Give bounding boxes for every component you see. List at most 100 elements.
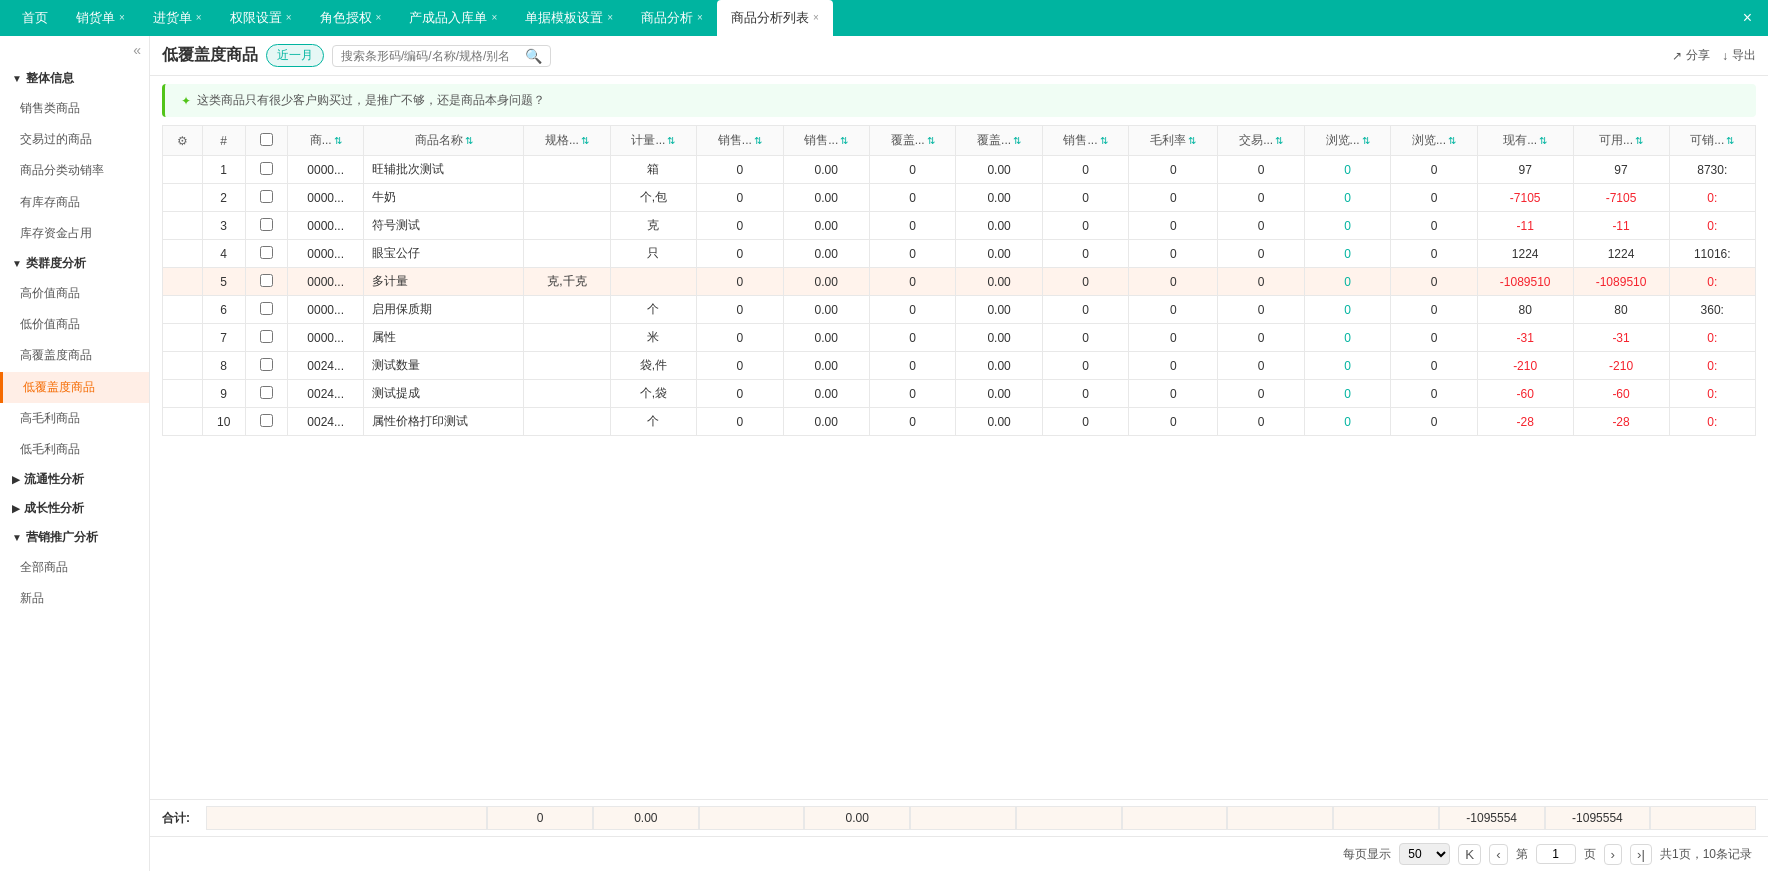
sidebar-item-in-stock[interactable]: 有库存商品 xyxy=(0,187,149,218)
nav-product-analysis-list[interactable]: 商品分析列表 × xyxy=(717,0,833,36)
sidebar-section-liquidity[interactable]: ▶ 流通性分析 xyxy=(0,465,149,494)
col-cover2[interactable]: 覆盖...⇅ xyxy=(956,126,1042,156)
col-unit[interactable]: 计量...⇅ xyxy=(610,126,696,156)
page-number-input[interactable] xyxy=(1536,844,1576,864)
first-page-button[interactable]: K xyxy=(1458,844,1481,865)
nav-template-settings[interactable]: 单据模板设置 × xyxy=(511,0,627,36)
sidebar-item-low-margin[interactable]: 低毛利商品 xyxy=(0,434,149,465)
row-checkbox[interactable] xyxy=(245,296,287,324)
row-sales3: 0 xyxy=(1042,408,1128,436)
row-checkbox[interactable] xyxy=(245,268,287,296)
window-close-button[interactable]: × xyxy=(1735,9,1760,27)
row-browse2: 0 xyxy=(1391,240,1477,268)
sidebar-item-high-value[interactable]: 高价值商品 xyxy=(0,278,149,309)
row-browse1[interactable]: 0 xyxy=(1304,380,1390,408)
sidebar-collapse-button[interactable]: « xyxy=(0,36,149,64)
row-browse1[interactable]: 0 xyxy=(1304,268,1390,296)
row-spec xyxy=(524,408,610,436)
row-browse1[interactable]: 0 xyxy=(1304,156,1390,184)
search-input[interactable] xyxy=(341,49,521,63)
row-checkbox[interactable] xyxy=(245,184,287,212)
sidebar-section-growth[interactable]: ▶ 成长性分析 xyxy=(0,494,149,523)
row-cover1: 0 xyxy=(869,324,955,352)
col-sales2[interactable]: 销售...⇅ xyxy=(783,126,869,156)
col-browse2[interactable]: 浏览...⇅ xyxy=(1391,126,1477,156)
nav-permissions[interactable]: 权限设置 × xyxy=(216,0,306,36)
sidebar-item-low-value[interactable]: 低价值商品 xyxy=(0,309,149,340)
next-page-button[interactable]: › xyxy=(1604,844,1622,865)
sidebar-item-all-products[interactable]: 全部商品 xyxy=(0,552,149,583)
nav-home[interactable]: 首页 xyxy=(8,0,62,36)
col-code[interactable]: 商...⇅ xyxy=(288,126,364,156)
col-stock2[interactable]: 可用...⇅ xyxy=(1573,126,1669,156)
row-checkbox[interactable] xyxy=(245,352,287,380)
search-icon[interactable]: 🔍 xyxy=(525,48,542,64)
sidebar-item-stock-capital[interactable]: 库存资金占用 xyxy=(0,218,149,249)
row-checkbox[interactable] xyxy=(245,156,287,184)
prev-page-button[interactable]: ‹ xyxy=(1489,844,1507,865)
col-stock3[interactable]: 可销...⇅ xyxy=(1669,126,1756,156)
row-browse1[interactable]: 0 xyxy=(1304,240,1390,268)
select-all-checkbox[interactable] xyxy=(260,133,273,146)
row-gross: 0 xyxy=(1129,156,1218,184)
filter-period-button[interactable]: 近一月 xyxy=(266,44,324,67)
row-sales1: 0 xyxy=(697,296,783,324)
col-stock1[interactable]: 现有...⇅ xyxy=(1477,126,1573,156)
sidebar-item-sales-goods[interactable]: 销售类商品 xyxy=(0,93,149,124)
row-cover2: 0.00 xyxy=(956,324,1042,352)
nav-product-entry[interactable]: 产成品入库单 × xyxy=(395,0,511,36)
col-sales1[interactable]: 销售...⇅ xyxy=(697,126,783,156)
row-settings xyxy=(163,240,203,268)
row-gross: 0 xyxy=(1129,184,1218,212)
share-button[interactable]: ↗ 分享 xyxy=(1672,47,1710,64)
sidebar-item-high-coverage[interactable]: 高覆盖度商品 xyxy=(0,340,149,371)
row-name: 旺辅批次测试 xyxy=(364,156,524,184)
col-settings[interactable]: ⚙ xyxy=(163,126,203,156)
row-checkbox[interactable] xyxy=(245,212,287,240)
row-cover2: 0.00 xyxy=(956,380,1042,408)
sidebar-item-high-margin[interactable]: 高毛利商品 xyxy=(0,403,149,434)
row-sales1: 0 xyxy=(697,184,783,212)
row-unit: 只 xyxy=(610,240,696,268)
nav-sales-order[interactable]: 销货单 × xyxy=(62,0,139,36)
sidebar-section-marketing[interactable]: ▼ 营销推广分析 xyxy=(0,523,149,552)
row-browse2: 0 xyxy=(1391,324,1477,352)
footer-total-label: 合计: xyxy=(162,810,190,827)
row-checkbox[interactable] xyxy=(245,324,287,352)
row-checkbox[interactable] xyxy=(245,380,287,408)
page-size-select[interactable]: 50 100 200 xyxy=(1399,843,1450,865)
table-row: 2 0000... 牛奶 个,包 0 0.00 0 0.00 0 0 0 0 0… xyxy=(163,184,1756,212)
row-browse1[interactable]: 0 xyxy=(1304,324,1390,352)
row-browse1[interactable]: 0 xyxy=(1304,296,1390,324)
row-number: 10 xyxy=(202,408,245,436)
export-button[interactable]: ↓ 导出 xyxy=(1722,47,1756,64)
col-spec[interactable]: 规格...⇅ xyxy=(524,126,610,156)
sidebar-section-overall[interactable]: ▼ 整体信息 xyxy=(0,64,149,93)
last-page-button[interactable]: ›| xyxy=(1630,844,1652,865)
sidebar-item-traded-goods[interactable]: 交易过的商品 xyxy=(0,124,149,155)
col-gross[interactable]: 毛利率⇅ xyxy=(1129,126,1218,156)
row-browse1[interactable]: 0 xyxy=(1304,408,1390,436)
nav-product-analysis[interactable]: 商品分析 × xyxy=(627,0,717,36)
row-browse1[interactable]: 0 xyxy=(1304,212,1390,240)
col-trade[interactable]: 交易...⇅ xyxy=(1218,126,1304,156)
col-checkbox-header[interactable] xyxy=(245,126,287,156)
sidebar-section-cluster[interactable]: ▼ 类群度分析 xyxy=(0,249,149,278)
table-row: 6 0000... 启用保质期 个 0 0.00 0 0.00 0 0 0 0 … xyxy=(163,296,1756,324)
sidebar-item-category-turnover[interactable]: 商品分类动销率 xyxy=(0,155,149,186)
nav-role-auth[interactable]: 角色授权 × xyxy=(306,0,396,36)
row-checkbox[interactable] xyxy=(245,408,287,436)
row-cover2: 0.00 xyxy=(956,212,1042,240)
col-cover1[interactable]: 覆盖...⇅ xyxy=(869,126,955,156)
row-settings xyxy=(163,212,203,240)
nav-purchase-order[interactable]: 进货单 × xyxy=(139,0,216,36)
sidebar-item-new-products[interactable]: 新品 xyxy=(0,583,149,614)
row-browse1[interactable]: 0 xyxy=(1304,352,1390,380)
row-unit: 个 xyxy=(610,408,696,436)
col-sales3[interactable]: 销售...⇅ xyxy=(1042,126,1128,156)
col-browse1[interactable]: 浏览...⇅ xyxy=(1304,126,1390,156)
col-name[interactable]: 商品名称⇅ xyxy=(364,126,524,156)
row-checkbox[interactable] xyxy=(245,240,287,268)
sidebar-item-low-coverage[interactable]: 低覆盖度商品 xyxy=(0,372,149,403)
row-browse1[interactable]: 0 xyxy=(1304,184,1390,212)
